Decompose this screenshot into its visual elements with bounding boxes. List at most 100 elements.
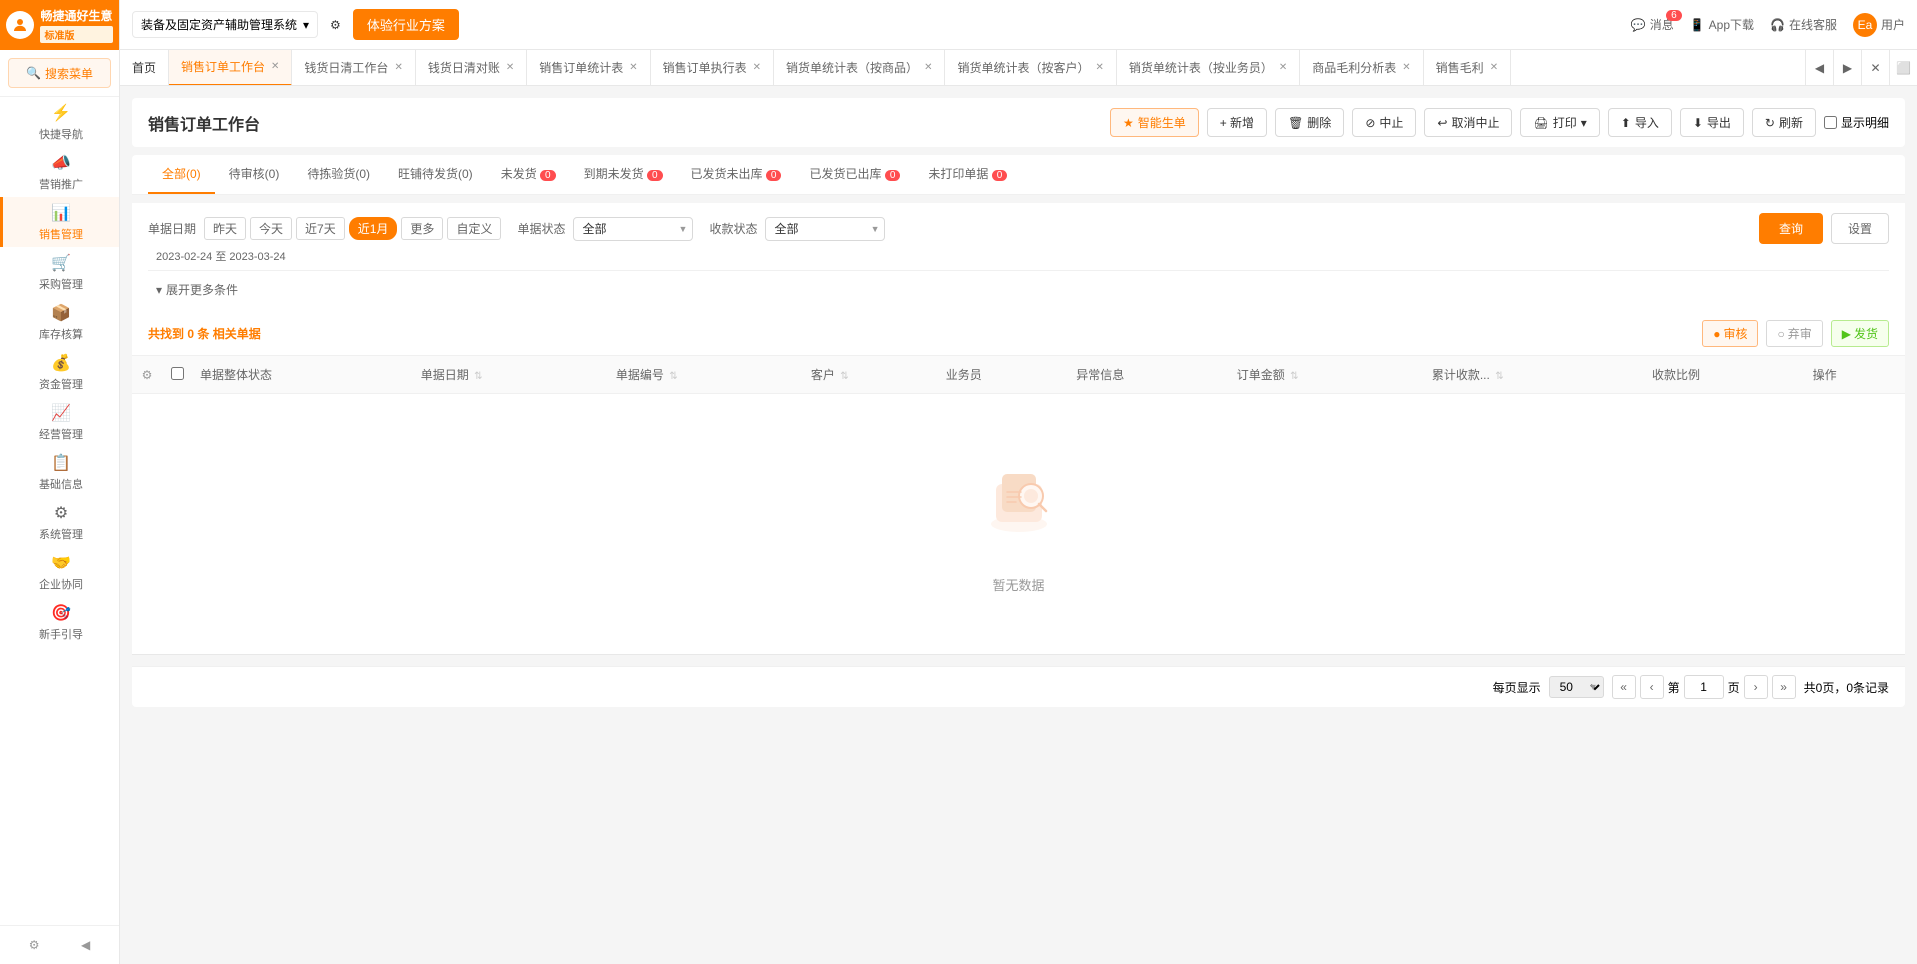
subtab-expired-not-shipped[interactable]: 到期未发货 0 [570,155,677,194]
settings-button[interactable]: ⚙ [326,14,345,36]
col-staff[interactable]: 业务员 [938,356,1068,394]
subtab-not-printed[interactable]: 未打印单据 0 [914,155,1021,194]
tab-sales-workbench-close[interactable]: ✕ [271,61,279,72]
tab-sales-stats-close[interactable]: ✕ [629,62,637,73]
print-button[interactable]: 🖨 打印 ▾ [1520,108,1599,137]
subtab-wangpu-ship[interactable]: 旺铺待发货(0) [384,155,487,194]
col-date[interactable]: 单据日期 ⇅ [413,356,608,394]
tab-product-margin[interactable]: 商品毛利分析表 ✕ [1300,50,1423,86]
sidebar-item-guide[interactable]: 🎯 新手引导 [0,597,119,647]
subtab-pending-inspect[interactable]: 待拣验货(0) [293,155,384,194]
tab-close-all[interactable]: ✕ [1861,50,1889,86]
cancel-audit-button[interactable]: ○ 弃审 [1766,320,1822,347]
subtab-shipped-not-out-label: 已发货未出库 [691,167,763,181]
tab-fullscreen[interactable]: ⬜ [1889,50,1917,86]
date-yesterday[interactable]: 昨天 [204,217,246,240]
date-more[interactable]: 更多 [401,217,443,240]
tab-sales-summary-staff-close[interactable]: ✕ [1279,62,1287,73]
col-amount[interactable]: 订单金额 ⇅ [1229,356,1424,394]
tab-home[interactable]: 首页 [120,50,169,86]
date-7days[interactable]: 近7天 [296,217,345,240]
smart-create-button[interactable]: ★ 智能生单 [1110,108,1199,137]
tab-sales-workbench[interactable]: 销售订单工作台 ✕ [169,50,292,86]
sidebar-item-finance[interactable]: 💰 资金管理 [0,347,119,397]
industry-button[interactable]: 体验行业方案 [353,9,459,40]
total-label: 共0页，0条记录 [1804,679,1889,696]
tab-sales-exec-close[interactable]: ✕ [753,62,761,73]
sidebar-settings-button[interactable]: ⚙ [25,934,44,956]
date-1month[interactable]: 近1月 [349,217,398,240]
sidebar-item-enterprise[interactable]: 🤝 企业协同 [0,547,119,597]
delete-button[interactable]: 🗑 删除 [1275,108,1344,137]
col-collected[interactable]: 累计收款... ⇅ [1424,356,1644,394]
stop-button[interactable]: ⊘ 中止 [1352,108,1416,137]
cancel-stop-button[interactable]: ↩ 取消中止 [1424,108,1512,137]
col-settings[interactable]: ⚙ [132,356,162,394]
page-prev-button[interactable]: ‹ [1640,675,1664,699]
message-button[interactable]: 💬 6 消息 [1631,16,1674,33]
col-customer[interactable]: 客户 ⇅ [803,356,938,394]
payment-select[interactable]: 全部 [765,217,885,241]
show-detail-label[interactable]: 显示明细 [1824,114,1889,131]
subtab-shipped-not-out[interactable]: 已发货未出库 0 [677,155,796,194]
tab-sales-summary-product-close[interactable]: ✕ [924,62,932,73]
system-selector[interactable]: 装备及固定资产辅助管理系统 ▾ [132,11,318,38]
import-button[interactable]: ⬆ 导入 [1608,108,1672,137]
tab-sales-exec[interactable]: 销售订单执行表 ✕ [651,50,774,86]
set-button[interactable]: 设置 [1831,213,1889,244]
sidebar-item-quick-nav[interactable]: ⚡ 快捷导航 [0,97,119,147]
tab-sales-stats[interactable]: 销售订单统计表 ✕ [527,50,650,86]
online-service-button[interactable]: 🎧 在线客服 [1770,16,1837,33]
new-button[interactable]: + 新增 [1207,108,1267,137]
sidebar-collapse-button[interactable]: ◀ [77,934,94,956]
expand-more-button[interactable]: ▾ 展开更多条件 [148,277,246,302]
tab-product-margin-close[interactable]: ✕ [1402,62,1410,73]
col-number[interactable]: 单据编号 ⇅ [608,356,803,394]
date-custom[interactable]: 自定义 [447,217,501,240]
status-select[interactable]: 全部 [573,217,693,241]
horizontal-scrollbar[interactable] [132,654,1905,666]
subtab-pending-review[interactable]: 待审核(0) [215,155,294,194]
tab-sales-summary-customer-close[interactable]: ✕ [1095,62,1103,73]
app-download-button[interactable]: 📱 App下载 [1690,16,1754,33]
refresh-button[interactable]: ↻ 刷新 [1752,108,1816,137]
tab-sales-summary-customer[interactable]: 销货单统计表（按客户） ✕ [945,50,1116,86]
page-number-input[interactable] [1684,675,1724,699]
sidebar-item-marketing[interactable]: 📣 营销推广 [0,147,119,197]
tab-cash-reconcile[interactable]: 钱货日清对账 ✕ [416,50,527,86]
subtab-not-shipped[interactable]: 未发货 0 [487,155,570,194]
audit-button[interactable]: ● 审核 [1702,320,1758,347]
sidebar-item-inventory[interactable]: 📦 库存核算 [0,297,119,347]
tab-sales-summary-staff[interactable]: 销货单统计表（按业务员） ✕ [1117,50,1300,86]
page-last-button[interactable]: » [1772,675,1796,699]
tab-sales-profit[interactable]: 销售毛利 ✕ [1424,50,1511,86]
subtab-all[interactable]: 全部(0) [148,155,215,194]
user-menu[interactable]: Ea 用户 [1853,13,1905,37]
per-page-select[interactable]: 50 100 [1549,676,1604,698]
online-service-label: 在线客服 [1789,16,1837,33]
tab-sales-summary-product[interactable]: 销货单统计表（按商品） ✕ [774,50,945,86]
search-menu-button[interactable]: 🔍 搜索菜单 [8,58,111,88]
tab-scroll-right[interactable]: ▶ [1833,50,1861,86]
query-button[interactable]: 查询 [1759,213,1823,244]
ship-button[interactable]: ▶ 发货 [1831,320,1889,347]
subtab-shipped-out[interactable]: 已发货已出库 0 [795,155,914,194]
page-next-button[interactable]: › [1744,675,1768,699]
select-all-checkbox[interactable] [171,367,184,380]
sidebar-item-sales[interactable]: 📊 销售管理 [0,197,119,247]
tab-cash-daily-close[interactable]: ✕ [394,62,402,73]
export-button[interactable]: ⬇ 导出 [1680,108,1744,137]
sidebar-item-purchase[interactable]: 🛒 采购管理 [0,247,119,297]
show-detail-checkbox[interactable] [1824,116,1837,129]
sidebar-item-system[interactable]: ⚙ 系统管理 [0,497,119,547]
tab-cash-reconcile-close[interactable]: ✕ [506,62,514,73]
mobile-icon: 📱 [1690,18,1705,32]
sidebar-item-operation[interactable]: 📈 经营管理 [0,397,119,447]
tab-cash-daily[interactable]: 钱货日清工作台 ✕ [292,50,415,86]
sidebar-item-basic-info[interactable]: 📋 基础信息 [0,447,119,497]
tab-sales-profit-close[interactable]: ✕ [1490,62,1498,73]
tab-scroll-left[interactable]: ◀ [1805,50,1833,86]
date-today[interactable]: 今天 [250,217,292,240]
page-first-button[interactable]: « [1612,675,1636,699]
sidebar-search-area: 🔍 搜索菜单 [0,50,119,97]
